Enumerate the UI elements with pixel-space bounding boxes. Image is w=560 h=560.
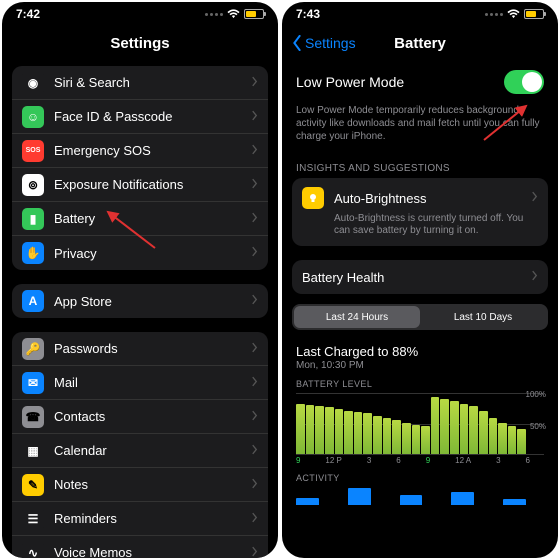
time-range-segment[interactable]: Last 24 Hours Last 10 Days (292, 304, 548, 330)
row-icon: ☎ (22, 406, 44, 428)
settings-row[interactable]: ☰ Reminders (12, 502, 268, 536)
wifi-icon (227, 9, 240, 19)
settings-row[interactable]: ▮ Battery (12, 202, 268, 236)
row-label: Reminders (54, 511, 251, 526)
battery-screen: 7:43 Settings Battery Low Power Mode Low… (282, 2, 558, 558)
chevron-icon (251, 176, 258, 194)
battery-health-row[interactable]: Battery Health (292, 260, 548, 294)
chevron-icon (251, 244, 258, 262)
chevron-icon (251, 292, 258, 310)
row-icon: ☺ (22, 106, 44, 128)
row-icon: ▦ (22, 440, 44, 462)
settings-row[interactable]: ✉ Mail (12, 366, 268, 400)
lpm-description: Low Power Mode temporarily reduces backg… (282, 104, 558, 149)
row-label: Privacy (54, 246, 251, 261)
row-label: Calendar (54, 443, 251, 458)
last-charged: Last Charged to 88% Mon, 10:30 PM (282, 340, 558, 371)
clock: 7:43 (296, 7, 320, 21)
lpm-toggle[interactable] (504, 70, 544, 94)
row-icon: ◉ (22, 72, 44, 94)
settings-row[interactable]: ☎ Contacts (12, 400, 268, 434)
chevron-icon (251, 340, 258, 358)
page-title: Battery (394, 35, 446, 52)
seg-10d[interactable]: Last 10 Days (420, 306, 546, 328)
battery-level-chart: 100% 50% (296, 393, 544, 455)
wifi-icon (507, 9, 520, 19)
row-icon: A (22, 290, 44, 312)
row-icon: ▮ (22, 208, 44, 230)
chevron-icon (531, 189, 538, 207)
nav-bar: Settings Battery (282, 26, 558, 60)
chevron-icon (251, 74, 258, 92)
row-icon: 🔑 (22, 338, 44, 360)
auto-brightness-desc: Auto-Brightness is currently turned off.… (302, 213, 538, 237)
row-label: Passwords (54, 341, 251, 356)
lpm-label: Low Power Mode (296, 74, 504, 90)
status-bar: 7:42 (2, 2, 278, 26)
activity-chart (296, 487, 544, 505)
chevron-icon (251, 142, 258, 160)
row-label: Contacts (54, 409, 251, 424)
status-bar: 7:43 (282, 2, 558, 26)
battery-health-label: Battery Health (302, 270, 531, 285)
auto-brightness-card[interactable]: Auto-Brightness Auto-Brightness is curre… (292, 178, 548, 246)
row-icon: ✎ (22, 474, 44, 496)
settings-list[interactable]: ◉ Siri & Search ☺ Face ID & Passcode SOS Emer… (2, 60, 278, 558)
row-icon: ∿ (22, 542, 44, 559)
settings-row[interactable]: A App Store (12, 284, 268, 318)
chevron-icon (531, 268, 538, 286)
chevron-icon (251, 108, 258, 126)
settings-screen: 7:42 Settings ◉ Siri & Search ☺ Face ID & P… (2, 2, 278, 558)
row-icon: SOS (22, 140, 44, 162)
back-label: Settings (305, 35, 356, 51)
settings-row[interactable]: ∿ Voice Memos (12, 536, 268, 558)
activity-header: ACTIVITY (282, 465, 558, 485)
chevron-icon (251, 510, 258, 528)
battery-level-header: BATTERY LEVEL (282, 371, 558, 391)
battery-icon (244, 9, 264, 19)
chevron-icon (251, 408, 258, 426)
chevron-icon (251, 476, 258, 494)
row-icon: ✋ (22, 242, 44, 264)
battery-icon (524, 9, 544, 19)
insights-header: INSIGHTS AND SUGGESTIONS (282, 149, 558, 178)
auto-brightness-title: Auto-Brightness (334, 191, 531, 206)
bulb-icon (302, 187, 324, 209)
nav-bar: Settings (2, 26, 278, 60)
row-label: App Store (54, 294, 251, 309)
chevron-icon (251, 442, 258, 460)
row-label: Mail (54, 375, 251, 390)
cell-icon (205, 13, 223, 16)
settings-row[interactable]: 🔑 Passwords (12, 332, 268, 366)
chart-xaxis: 912 P36912 A36 (282, 455, 558, 465)
settings-row[interactable]: ▦ Calendar (12, 434, 268, 468)
row-icon: ✉ (22, 372, 44, 394)
low-power-mode-row: Low Power Mode (282, 60, 558, 104)
row-label: Exposure Notifications (54, 177, 251, 192)
settings-row[interactable]: ✎ Notes (12, 468, 268, 502)
settings-row[interactable]: ◉ Siri & Search (12, 66, 268, 100)
row-label: Voice Memos (54, 545, 251, 558)
row-label: Emergency SOS (54, 143, 251, 158)
settings-row[interactable]: SOS Emergency SOS (12, 134, 268, 168)
chevron-icon (251, 374, 258, 392)
settings-row[interactable]: ☺ Face ID & Passcode (12, 100, 268, 134)
chevron-icon (251, 544, 258, 559)
cell-icon (485, 13, 503, 16)
chevron-icon (251, 210, 258, 228)
row-label: Notes (54, 477, 251, 492)
back-button[interactable]: Settings (292, 35, 356, 51)
page-title: Settings (110, 35, 169, 52)
row-label: Battery (54, 211, 251, 226)
row-icon: ☰ (22, 508, 44, 530)
row-label: Face ID & Passcode (54, 109, 251, 124)
settings-row[interactable]: ✋ Privacy (12, 236, 268, 270)
clock: 7:42 (16, 7, 40, 21)
seg-24h[interactable]: Last 24 Hours (294, 306, 420, 328)
row-label: Siri & Search (54, 75, 251, 90)
row-icon: ⊚ (22, 174, 44, 196)
settings-row[interactable]: ⊚ Exposure Notifications (12, 168, 268, 202)
